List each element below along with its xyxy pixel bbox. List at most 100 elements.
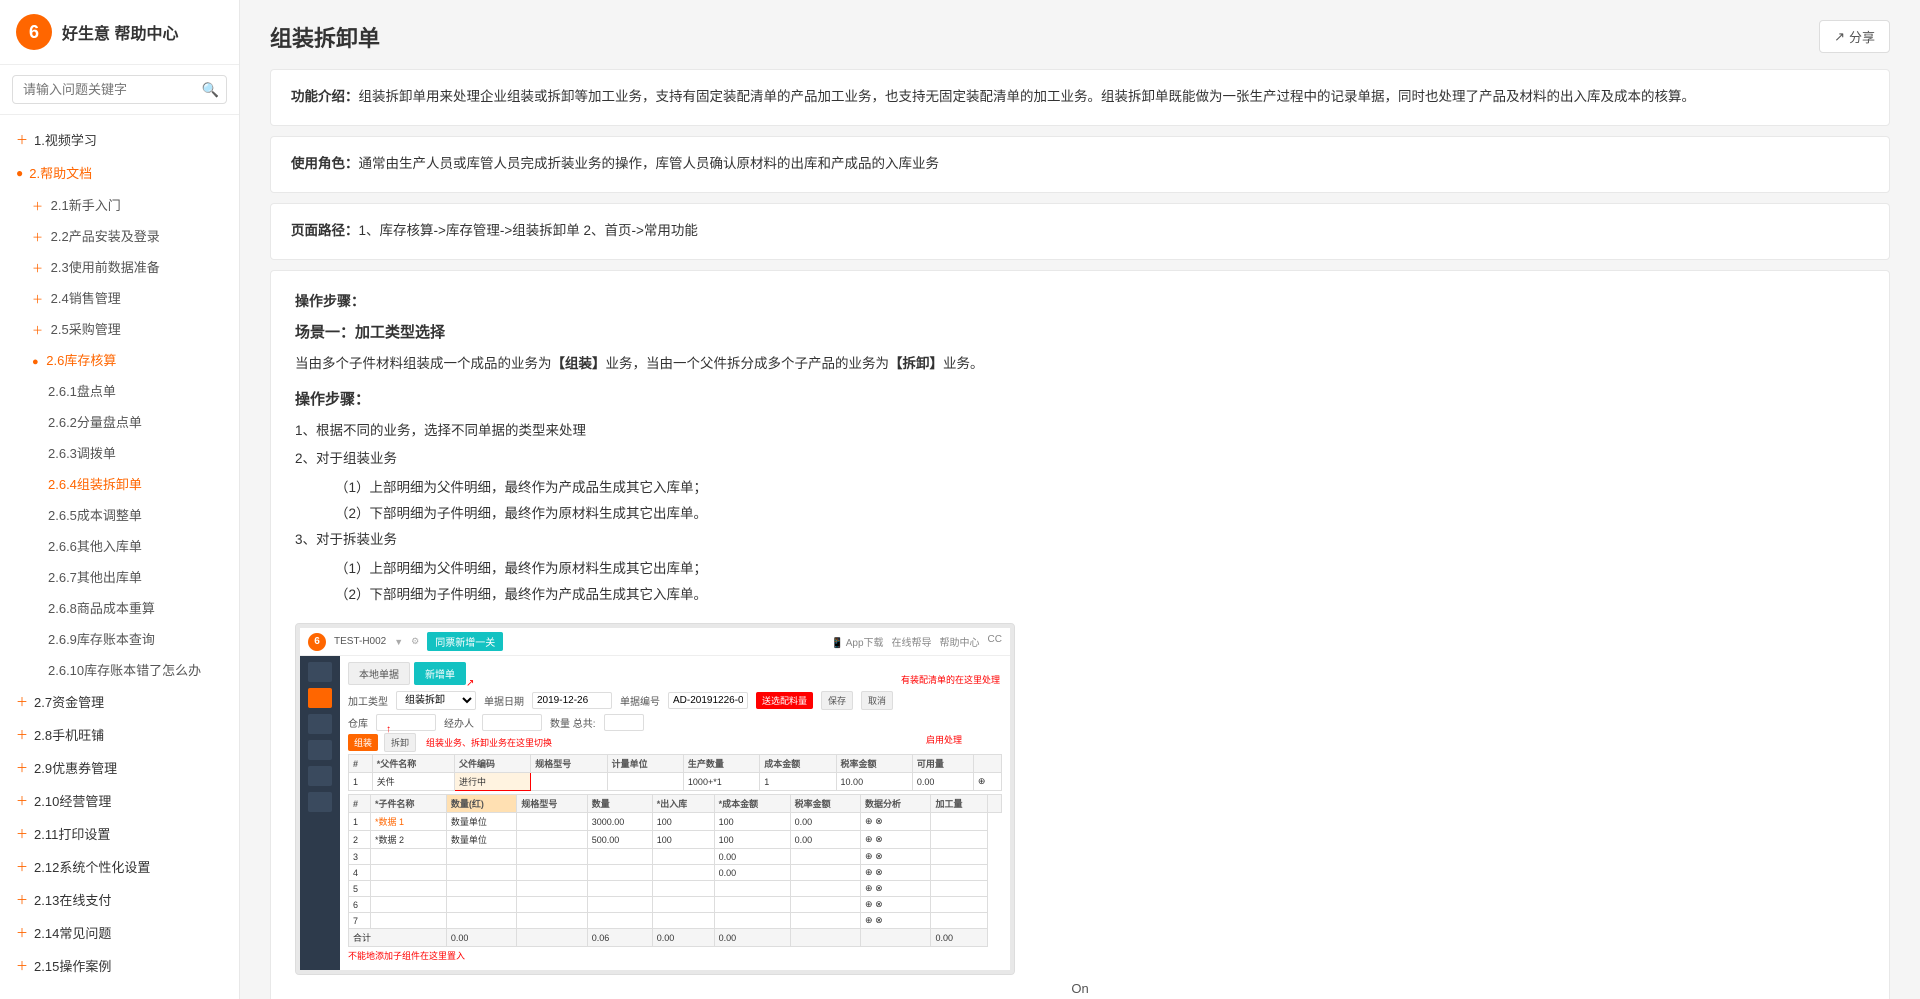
mini-logo: 6 [308, 633, 326, 651]
sidebar-item-coupon[interactable]: ＋ 2.9优惠券管理 [0, 751, 239, 784]
sidebar-item-label: 2.13在线支付 [34, 890, 111, 909]
table-footer: 合计 0.00 0.06 0.00 0.00 [349, 929, 1002, 947]
mini-assembly-btn[interactable]: 组装 [348, 734, 378, 751]
sidebar-item-faq[interactable]: ＋ 2.14常见问题 [0, 916, 239, 949]
sidebar-item-stock-count[interactable]: 2.6.1盘点单 [0, 375, 239, 406]
expand-icon: ＋ [16, 825, 28, 842]
expand-icon: ＋ [16, 693, 28, 710]
mini-cancel-btn[interactable]: 取消 [861, 691, 893, 710]
share-icon: ↗ [1834, 29, 1845, 45]
mini-nav-icon5 [308, 766, 332, 786]
expand-icon: ＋ [16, 924, 28, 941]
ops-title: 操作步骤： [295, 291, 1865, 311]
func-intro-text: 组装拆卸单用来处理企业组装或拆卸等加工业务，支持有固定装配清单的产品加工业务，也… [359, 89, 1696, 104]
mini-save-btn[interactable]: 保存 [821, 691, 853, 710]
sidebar-item-data[interactable]: ＋ 2.3使用前数据准备 [0, 251, 239, 282]
role-block: 使用角色：通常由生产人员或库管人员完成折装业务的操作，库管人员确认原材料的出库和… [270, 136, 1890, 193]
mini-disassembly-btn[interactable]: 拆卸 [384, 733, 416, 752]
sidebar-item-cost-calc[interactable]: 2.6.8商品成本重算 [0, 592, 239, 623]
annotation-type: 组装业务、拆卸业务在这里切换 [426, 736, 552, 749]
search-icon[interactable]: 🔍 [202, 81, 219, 98]
sidebar-item-inventory[interactable]: ● 2.6库存核算 [0, 344, 239, 375]
sidebar-item-assembly[interactable]: 2.6.4组装拆卸单 [0, 468, 239, 499]
mini-topbar: 6 TEST-H002 ▼ ⚙ 同票新增一关 📱 App下载 在线帮导 帮助中心… [300, 628, 1010, 656]
sidebar-item-docs[interactable]: ● 2.帮助文档 ＋ 2.1新手入门 ＋ 2.2产品安装及登录 ＋ 2.3使用前… [0, 156, 239, 685]
mini-type-select[interactable]: 组装拆卸 [396, 691, 476, 710]
mini-topbar-id: TEST-H002 [334, 636, 386, 647]
mini-upper-table: # *父件名称 父件编码 规格型号 计量单位 生产数量 成本金额 税率金额 [348, 754, 1002, 791]
col-unit: 计量单位 [607, 755, 683, 773]
on-label: On [295, 981, 1865, 996]
sidebar-item-adjust[interactable]: 2.6.3调拨单 [0, 437, 239, 468]
step-2: 2、对于组装业务 [295, 447, 1865, 471]
table-row: 40.00⊕ ⊗ [349, 865, 1002, 881]
mini-qty-field[interactable] [604, 714, 644, 731]
sidebar-item-finance[interactable]: ＋ 2.7资金管理 [0, 685, 239, 718]
mini-tab-new[interactable]: 新增单 [414, 662, 466, 685]
sidebar-item-sales[interactable]: ＋ 2.4销售管理 [0, 282, 239, 313]
scene1-desc: 当由多个子件材料组装成一个成品的业务为【组装】业务，当由一个父件拆分成多个子产品… [295, 352, 1865, 376]
mini-lower-table: # *子件名称 数量(红) 规格型号 数量 *出入库 *成本金额 税率金额 [348, 794, 1002, 947]
sidebar-item-cost-adjust[interactable]: 2.6.5成本调整单 [0, 499, 239, 530]
mini-bom-btn[interactable]: 送选配料量 [756, 692, 813, 709]
scene1-ops-title: 操作步骤： [295, 388, 1865, 409]
sidebar-item-other-out[interactable]: 2.6.7其他出库单 [0, 561, 239, 592]
expand-icon: ＋ [32, 201, 43, 213]
sidebar-item-other-in[interactable]: 2.6.6其他入库单 [0, 530, 239, 561]
search-input[interactable] [12, 75, 227, 104]
mini-main: 本地单据 新增单 加工类型 组装拆卸 单据日期 [340, 656, 1010, 970]
step-3-1: （1）上部明细为父件明细，最终作为原材料生成其它出库单； [295, 557, 1865, 581]
sidebar-item-stock-err[interactable]: 2.6.10库存账本错了怎么办 [0, 654, 239, 685]
mini-tab-list[interactable]: 本地单据 [348, 662, 410, 685]
role-text: 通常由生产人员或库管人员完成折装业务的操作，库管人员确认原材料的出库和产成品的入… [359, 156, 940, 171]
table-row: 30.00⊕ ⊗ [349, 849, 1002, 865]
sidebar-item-mobile[interactable]: ＋ 2.8手机旺铺 [0, 718, 239, 751]
mini-handler-field[interactable] [482, 714, 542, 731]
sidebar-item-video[interactable]: ＋ 1.视频学习 [0, 123, 239, 156]
sidebar-item-custom[interactable]: ＋ 2.12系统个性化设置 [0, 850, 239, 883]
sidebar-item-label: 2.12系统个性化设置 [34, 857, 150, 876]
sidebar-item-stock-count2[interactable]: 2.6.2分量盘点单 [0, 406, 239, 437]
sidebar: 6 好生意 帮助中心 🔍 ＋ 1.视频学习 ● 2.帮助文档 ＋ 2.1新手入 [0, 0, 240, 999]
sidebar-item-stock-query[interactable]: 2.6.9库存账本查询 [0, 623, 239, 654]
mini-topbar-icons: 📱 App下载 在线帮导 帮助中心 CC [831, 634, 1002, 649]
mini-new-btn[interactable]: 同票新增一关 [427, 632, 503, 651]
mini-warehouse-field[interactable] [376, 714, 436, 731]
step-2-2: （2）下部明细为子件明细，最终作为原材料生成其它出库单。 [295, 502, 1865, 526]
col-avail: 可用量 [912, 755, 973, 773]
sidebar-item-ops[interactable]: ＋ 2.10经营管理 [0, 784, 239, 817]
collapse-icon: ● [16, 166, 23, 180]
mini-date-field[interactable] [532, 692, 612, 709]
mini-nav-icon6 [308, 792, 332, 812]
sidebar-item-print[interactable]: ＋ 2.11打印设置 [0, 817, 239, 850]
logo-bar: 6 好生意 帮助中心 [0, 0, 239, 65]
sidebar-item-newbie[interactable]: ＋ 2.1新手入门 [0, 189, 239, 220]
mini-left-nav [300, 656, 340, 970]
table-row: 6⊕ ⊗ [349, 897, 1002, 913]
sidebar-item-payment[interactable]: ＋ 2.13在线支付 [0, 883, 239, 916]
expand-icon: ＋ [32, 263, 43, 275]
content-area: 功能介绍：组装拆卸单用来处理企业组装或拆卸等加工业务，支持有固定装配清单的产品加… [240, 69, 1920, 999]
share-button[interactable]: ↗ 分享 [1819, 20, 1890, 53]
expand-icon: ＋ [32, 232, 43, 244]
annotation-sub-table: 不能地添加子组件在这里置入 [348, 949, 1002, 962]
app-title: 好生意 帮助中心 [62, 20, 178, 44]
mini-form-row1: 加工类型 组装拆卸 单据日期 单据编号 有装配清单的在这里处理 [348, 691, 1002, 710]
mini-date-label: 单据日期 [484, 693, 524, 708]
mini-ui: 6 TEST-H002 ▼ ⚙ 同票新增一关 📱 App下载 在线帮导 帮助中心… [300, 628, 1010, 970]
nav-tree: ＋ 1.视频学习 ● 2.帮助文档 ＋ 2.1新手入门 ＋ 2.2产品安装及登录 [0, 115, 239, 999]
sidebar-item-purchase[interactable]: ＋ 2.5采购管理 [0, 313, 239, 344]
sidebar-item-cases[interactable]: ＋ 2.15操作案例 [0, 949, 239, 982]
col-spec: 规格型号 [531, 755, 607, 773]
col-parent-name: *父件名称 [372, 755, 454, 773]
table-row: 7⊕ ⊗ [349, 913, 1002, 929]
sidebar-item-install[interactable]: ＋ 2.2产品安装及登录 [0, 220, 239, 251]
page-title: 组装拆卸单 [270, 21, 380, 53]
mini-no-field[interactable] [668, 692, 748, 709]
steps-area: 操作步骤： 场景一：加工类型选择 当由多个子件材料组装成一个成品的业务为【组装】… [270, 270, 1890, 999]
expand-icon: ＋ [32, 325, 43, 337]
func-intro-block: 功能介绍：组装拆卸单用来处理企业组装或拆卸等加工业务，支持有固定装配清单的产品加… [270, 69, 1890, 126]
col-parent-code: 父件编码 [454, 755, 530, 773]
sidebar-item-label: 2.10经营管理 [34, 791, 111, 810]
screenshot-container: 6 TEST-H002 ▼ ⚙ 同票新增一关 📱 App下载 在线帮导 帮助中心… [295, 623, 1015, 975]
